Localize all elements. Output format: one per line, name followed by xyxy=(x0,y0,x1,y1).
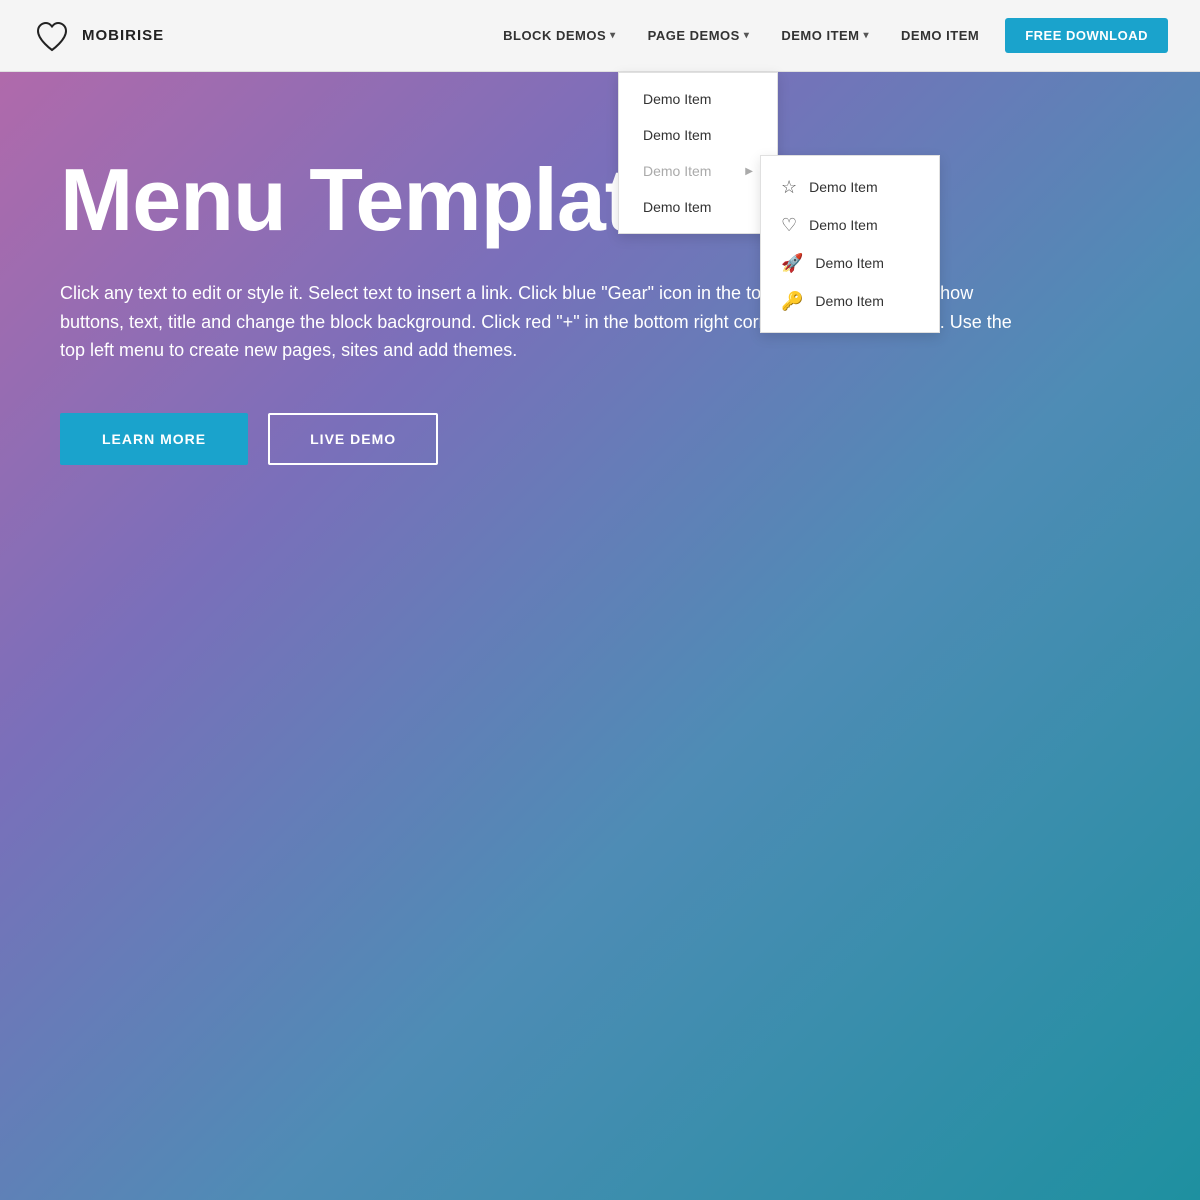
hero-section: Menu Template Click any text to edit or … xyxy=(0,72,1200,1200)
heart-icon: ♡ xyxy=(781,216,797,234)
dropdown-item-2[interactable]: Demo Item xyxy=(619,117,777,153)
submenu-item-4[interactable]: 🔑 Demo Item xyxy=(761,282,939,320)
brand-logo-icon xyxy=(32,16,72,56)
learn-more-button[interactable]: LEARN MORE xyxy=(60,413,248,465)
hero-title: Menu Template xyxy=(60,152,1140,249)
dropdown-item-1[interactable]: Demo Item xyxy=(619,81,777,117)
key-icon: 🔑 xyxy=(781,292,803,310)
brand-name-label: MOBIRISE xyxy=(82,27,164,44)
nav-item-block-demos[interactable]: BLOCK DEMOS ▾ xyxy=(489,20,630,51)
live-demo-button[interactable]: LIVE DEMO xyxy=(268,413,438,465)
navbar: MOBIRISE BLOCK DEMOS ▾ PAGE DEMOS ▾ DEMO… xyxy=(0,0,1200,72)
submenu-item-1[interactable]: ☆ Demo Item xyxy=(761,168,939,206)
nav-item-page-demos[interactable]: PAGE DEMOS ▾ xyxy=(634,20,764,51)
chevron-down-icon: ▾ xyxy=(864,30,870,41)
chevron-down-icon: ▾ xyxy=(744,30,750,41)
nav-links: BLOCK DEMOS ▾ PAGE DEMOS ▾ DEMO ITEM ▾ D… xyxy=(489,18,1168,53)
free-download-button[interactable]: FREE DOWNLOAD xyxy=(1005,18,1168,53)
nav-item-demo-item-2[interactable]: DEMO ITEM xyxy=(887,20,993,51)
dropdown-item-4[interactable]: Demo Item xyxy=(619,189,777,225)
hero-buttons: LEARN MORE LIVE DEMO xyxy=(60,413,1140,465)
star-icon: ☆ xyxy=(781,178,797,196)
dropdown-item-3-submenu[interactable]: Demo Item xyxy=(619,153,777,189)
dropdown-secondary: ☆ Demo Item ♡ Demo Item 🚀 Demo Item 🔑 De… xyxy=(760,155,940,333)
nav-item-demo-item-1[interactable]: DEMO ITEM ▾ xyxy=(767,20,883,51)
rocket-icon: 🚀 xyxy=(781,254,803,272)
submenu-item-3[interactable]: 🚀 Demo Item xyxy=(761,244,939,282)
dropdown-primary: Demo Item Demo Item Demo Item Demo Item xyxy=(618,72,778,234)
chevron-down-icon: ▾ xyxy=(610,30,616,41)
submenu-item-2[interactable]: ♡ Demo Item xyxy=(761,206,939,244)
brand[interactable]: MOBIRISE xyxy=(32,16,164,56)
